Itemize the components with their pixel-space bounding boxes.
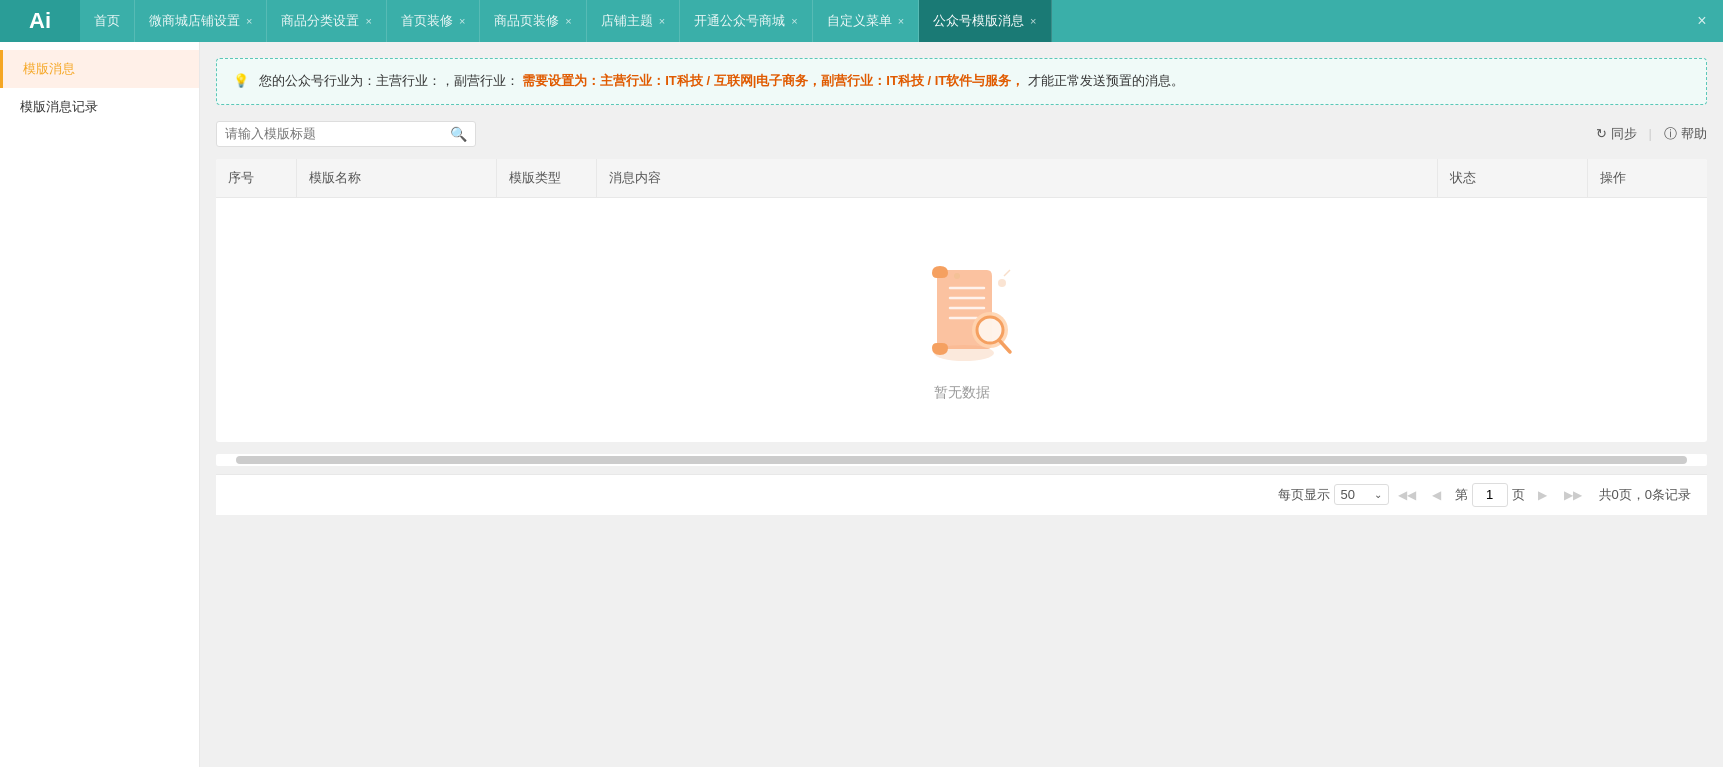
scrollbar-thumb[interactable] (236, 456, 1687, 464)
sidebar-item-template-message[interactable]: 模版消息 (0, 50, 199, 88)
tab-close-home-decor[interactable]: × (459, 16, 465, 27)
app-logo: Ai (0, 0, 80, 42)
tab-close-shop-theme[interactable]: × (659, 16, 665, 27)
page-body: 模版消息 模版消息记录 💡 您的公众号行业为：主营行业：，副营行业： 需要设置为… (0, 42, 1723, 767)
svg-line-8 (999, 340, 1010, 352)
search-input[interactable] (225, 126, 450, 141)
empty-state: 暂无数据 (216, 198, 1707, 442)
toolbar-right: ↻ 同步 | ⓘ 帮助 (1596, 125, 1707, 143)
tab-close-open-wechat-store[interactable]: × (791, 16, 797, 27)
tab-category[interactable]: 商品分类设置 × (267, 0, 386, 42)
svg-point-9 (954, 273, 960, 279)
help-icon: ⓘ (1664, 125, 1677, 143)
tab-custom-menu[interactable]: 自定义菜单 × (813, 0, 919, 42)
svg-line-11 (1004, 270, 1010, 276)
tab-template-message[interactable]: 公众号模版消息 × (919, 0, 1051, 42)
close-all-button[interactable]: × (1681, 0, 1723, 42)
tab-close-product-decor[interactable]: × (565, 16, 571, 27)
tab-shop-theme[interactable]: 店铺主题 × (587, 0, 680, 42)
page-number-input[interactable] (1472, 483, 1508, 507)
help-button[interactable]: ⓘ 帮助 (1664, 125, 1707, 143)
tab-open-wechat-store[interactable]: 开通公众号商城 × (680, 0, 812, 42)
empty-text: 暂无数据 (934, 384, 990, 402)
horizontal-scrollbar[interactable] (216, 454, 1707, 466)
search-input-wrap[interactable]: 🔍 (216, 121, 476, 147)
tab-product-decor[interactable]: 商品页装修 × (480, 0, 586, 42)
sync-button[interactable]: ↻ 同步 (1596, 125, 1637, 143)
notice-icon: 💡 (233, 73, 249, 88)
col-header-status: 状态 (1437, 159, 1587, 198)
pagination-row: 每页显示 50 ⌄ ◀◀ ◀ 第 页 ▶ ▶▶ 共0页，0条记录 (216, 474, 1707, 515)
tab-home[interactable]: 首页 (80, 0, 135, 42)
data-table: 序号 模版名称 模版类型 消息内容 状态 操作 (216, 159, 1707, 442)
data-table-wrap: 序号 模版名称 模版类型 消息内容 状态 操作 (216, 159, 1707, 442)
col-header-action: 操作 (1587, 159, 1707, 198)
top-nav: Ai 首页 微商城店铺设置 × 商品分类设置 × 首页装修 × 商品页装修 × … (0, 0, 1723, 42)
last-page-button[interactable]: ▶▶ (1561, 483, 1585, 507)
toolbar-divider: | (1649, 126, 1652, 141)
tab-close-custom-menu[interactable]: × (898, 16, 904, 27)
total-info: 共0页，0条记录 (1599, 486, 1691, 504)
empty-icon (902, 258, 1022, 368)
prev-page-button[interactable]: ◀ (1425, 483, 1449, 507)
col-header-name: 模版名称 (296, 159, 496, 198)
first-page-button[interactable]: ◀◀ (1395, 483, 1419, 507)
tab-close-template-message[interactable]: × (1030, 16, 1036, 27)
col-header-content: 消息内容 (596, 159, 1437, 198)
dropdown-arrow-icon: ⌄ (1374, 489, 1382, 500)
svg-point-10 (998, 279, 1006, 287)
per-page-select: 每页显示 50 ⌄ (1278, 484, 1389, 505)
sidebar-item-template-message-record[interactable]: 模版消息记录 (0, 88, 199, 126)
sync-icon: ↻ (1596, 126, 1607, 141)
main-content: 💡 您的公众号行业为：主营行业：，副营行业： 需要设置为：主营行业：IT科技 /… (200, 42, 1723, 767)
nav-tabs: 首页 微商城店铺设置 × 商品分类设置 × 首页装修 × 商品页装修 × 店铺主… (80, 0, 1681, 42)
col-header-index: 序号 (216, 159, 296, 198)
tab-shop-settings[interactable]: 微商城店铺设置 × (135, 0, 267, 42)
tab-close-category[interactable]: × (365, 16, 371, 27)
tab-close-shop-settings[interactable]: × (246, 16, 252, 27)
per-page-dropdown[interactable]: 50 ⌄ (1334, 484, 1389, 505)
page-input-wrap: 第 页 (1455, 483, 1525, 507)
search-row: 🔍 ↻ 同步 | ⓘ 帮助 (216, 121, 1707, 147)
search-icon[interactable]: 🔍 (450, 126, 467, 142)
sidebar: 模版消息 模版消息记录 (0, 42, 200, 767)
next-page-button[interactable]: ▶ (1531, 483, 1555, 507)
col-header-type: 模版类型 (496, 159, 596, 198)
notice-box: 💡 您的公众号行业为：主营行业：，副营行业： 需要设置为：主营行业：IT科技 /… (216, 58, 1707, 105)
tab-home-decor[interactable]: 首页装修 × (387, 0, 480, 42)
